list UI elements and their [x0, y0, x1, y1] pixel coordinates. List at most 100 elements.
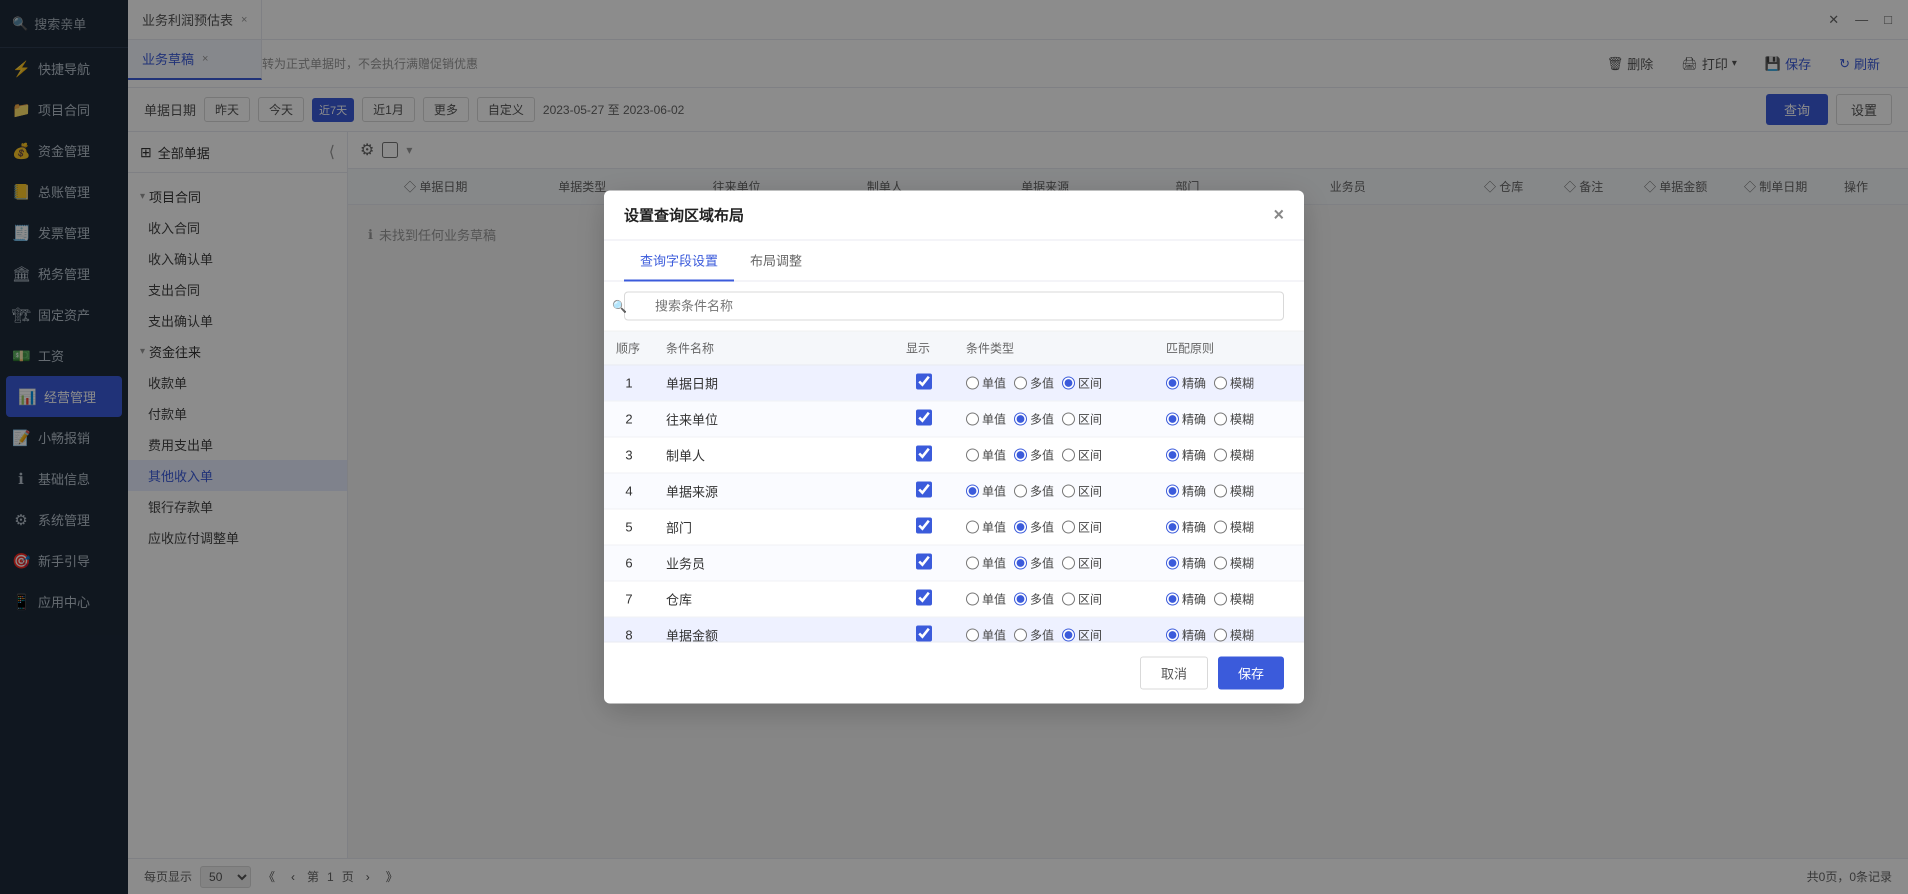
dialog-tab-layout[interactable]: 布局调整 — [734, 241, 818, 282]
type-single-radio-3[interactable] — [966, 485, 979, 498]
match-fuzzy-opt-4[interactable]: 模糊 — [1214, 519, 1254, 536]
match-precise-opt-4[interactable]: 精确 — [1166, 519, 1206, 536]
type-single-radio-0[interactable] — [966, 377, 979, 390]
dialog-search-input[interactable] — [624, 292, 1284, 321]
type-single-radio-1[interactable] — [966, 413, 979, 426]
type-range-opt-6[interactable]: 区间 — [1062, 591, 1102, 608]
type-multi-opt-4[interactable]: 多值 — [1014, 519, 1054, 536]
type-single-opt-1[interactable]: 单值 — [966, 411, 1006, 428]
type-range-opt-1[interactable]: 区间 — [1062, 411, 1102, 428]
match-fuzzy-radio-3[interactable] — [1214, 485, 1227, 498]
match-precise-radio-6[interactable] — [1166, 593, 1179, 606]
type-single-opt-0[interactable]: 单值 — [966, 375, 1006, 392]
type-range-opt-4[interactable]: 区间 — [1062, 519, 1102, 536]
type-multi-opt-2[interactable]: 多值 — [1014, 447, 1054, 464]
type-single-radio-2[interactable] — [966, 449, 979, 462]
match-fuzzy-radio-6[interactable] — [1214, 593, 1227, 606]
type-range-opt-5[interactable]: 区间 — [1062, 555, 1102, 572]
type-multi-radio-2[interactable] — [1014, 449, 1027, 462]
type-range-radio-2[interactable] — [1062, 449, 1075, 462]
type-multi-opt-3[interactable]: 多值 — [1014, 483, 1054, 500]
show-checkbox-1[interactable] — [916, 410, 932, 426]
match-fuzzy-radio-4[interactable] — [1214, 521, 1227, 534]
match-fuzzy-opt-7[interactable]: 模糊 — [1214, 627, 1254, 642]
show-checkbox-6[interactable] — [916, 590, 932, 606]
match-precise-opt-5[interactable]: 精确 — [1166, 555, 1206, 572]
match-fuzzy-radio-0[interactable] — [1214, 377, 1227, 390]
show-checkbox-2[interactable] — [916, 446, 932, 462]
match-precise-opt-7[interactable]: 精确 — [1166, 627, 1206, 642]
match-precise-opt-0[interactable]: 精确 — [1166, 375, 1206, 392]
match-fuzzy-radio-2[interactable] — [1214, 449, 1227, 462]
show-checkbox-4[interactable] — [916, 518, 932, 534]
type-multi-radio-5[interactable] — [1014, 557, 1027, 570]
type-range-radio-4[interactable] — [1062, 521, 1075, 534]
type-multi-opt-6[interactable]: 多值 — [1014, 591, 1054, 608]
save-button[interactable]: 保存 — [1218, 657, 1284, 690]
type-range-radio-6[interactable] — [1062, 593, 1075, 606]
type-single-opt-3[interactable]: 单值 — [966, 483, 1006, 500]
type-range-radio-7[interactable] — [1062, 629, 1075, 642]
show-checkbox-3[interactable] — [916, 482, 932, 498]
type-multi-opt-7[interactable]: 多值 — [1014, 627, 1054, 642]
type-single-opt-6[interactable]: 单值 — [966, 591, 1006, 608]
type-range-radio-0[interactable] — [1062, 377, 1075, 390]
type-multi-radio-0[interactable] — [1014, 377, 1027, 390]
match-precise-opt-6[interactable]: 精确 — [1166, 591, 1206, 608]
show-checkbox-7[interactable] — [916, 626, 932, 642]
type-range-opt-7[interactable]: 区间 — [1062, 627, 1102, 642]
show-checkbox-5[interactable] — [916, 554, 932, 570]
match-radio-group-7: 精确 模糊 — [1166, 627, 1292, 642]
match-fuzzy-opt-1[interactable]: 模糊 — [1214, 411, 1254, 428]
match-precise-opt-2[interactable]: 精确 — [1166, 447, 1206, 464]
type-multi-opt-5[interactable]: 多值 — [1014, 555, 1054, 572]
type-range-radio-3[interactable] — [1062, 485, 1075, 498]
type-radio-group-1: 单值 多值 区间 — [966, 411, 1142, 428]
type-multi-radio-3[interactable] — [1014, 485, 1027, 498]
type-range-opt-3[interactable]: 区间 — [1062, 483, 1102, 500]
type-multi-radio-4[interactable] — [1014, 521, 1027, 534]
match-precise-radio-7[interactable] — [1166, 629, 1179, 642]
type-single-opt-2[interactable]: 单值 — [966, 447, 1006, 464]
match-precise-radio-2[interactable] — [1166, 449, 1179, 462]
type-range-radio-1[interactable] — [1062, 413, 1075, 426]
match-fuzzy-opt-6[interactable]: 模糊 — [1214, 591, 1254, 608]
cell-match: 精确 模糊 — [1154, 365, 1304, 401]
type-single-radio-4[interactable] — [966, 521, 979, 534]
type-single-opt-5[interactable]: 单值 — [966, 555, 1006, 572]
match-precise-opt-1[interactable]: 精确 — [1166, 411, 1206, 428]
dialog-tab-query-fields[interactable]: 查询字段设置 — [624, 241, 734, 282]
type-range-radio-5[interactable] — [1062, 557, 1075, 570]
type-multi-radio-6[interactable] — [1014, 593, 1027, 606]
match-precise-radio-1[interactable] — [1166, 413, 1179, 426]
match-fuzzy-radio-7[interactable] — [1214, 629, 1227, 642]
type-range-opt-0[interactable]: 区间 — [1062, 375, 1102, 392]
match-fuzzy-opt-0[interactable]: 模糊 — [1214, 375, 1254, 392]
type-multi-opt-1[interactable]: 多值 — [1014, 411, 1054, 428]
match-fuzzy-opt-2[interactable]: 模糊 — [1214, 447, 1254, 464]
match-fuzzy-radio-5[interactable] — [1214, 557, 1227, 570]
cancel-button[interactable]: 取消 — [1140, 657, 1208, 690]
type-multi-radio-7[interactable] — [1014, 629, 1027, 642]
match-fuzzy-opt-3[interactable]: 模糊 — [1214, 483, 1254, 500]
dialog-close-btn[interactable]: × — [1273, 205, 1284, 226]
match-precise-radio-4[interactable] — [1166, 521, 1179, 534]
show-checkbox-0[interactable] — [916, 374, 932, 390]
match-fuzzy-radio-1[interactable] — [1214, 413, 1227, 426]
type-single-radio-6[interactable] — [966, 593, 979, 606]
type-multi-radio-1[interactable] — [1014, 413, 1027, 426]
match-precise-radio-5[interactable] — [1166, 557, 1179, 570]
cell-seq: 8 — [604, 617, 654, 642]
match-precise-radio-3[interactable] — [1166, 485, 1179, 498]
match-fuzzy-opt-5[interactable]: 模糊 — [1214, 555, 1254, 572]
type-multi-opt-0[interactable]: 多值 — [1014, 375, 1054, 392]
type-single-opt-4[interactable]: 单值 — [966, 519, 1006, 536]
type-single-radio-7[interactable] — [966, 629, 979, 642]
type-single-radio-5[interactable] — [966, 557, 979, 570]
match-precise-opt-3[interactable]: 精确 — [1166, 483, 1206, 500]
match-precise-radio-0[interactable] — [1166, 377, 1179, 390]
type-single-opt-7[interactable]: 单值 — [966, 627, 1006, 642]
type-range-opt-2[interactable]: 区间 — [1062, 447, 1102, 464]
cell-show — [894, 473, 954, 509]
dialog-header: 设置查询区域布局 × — [604, 191, 1304, 241]
